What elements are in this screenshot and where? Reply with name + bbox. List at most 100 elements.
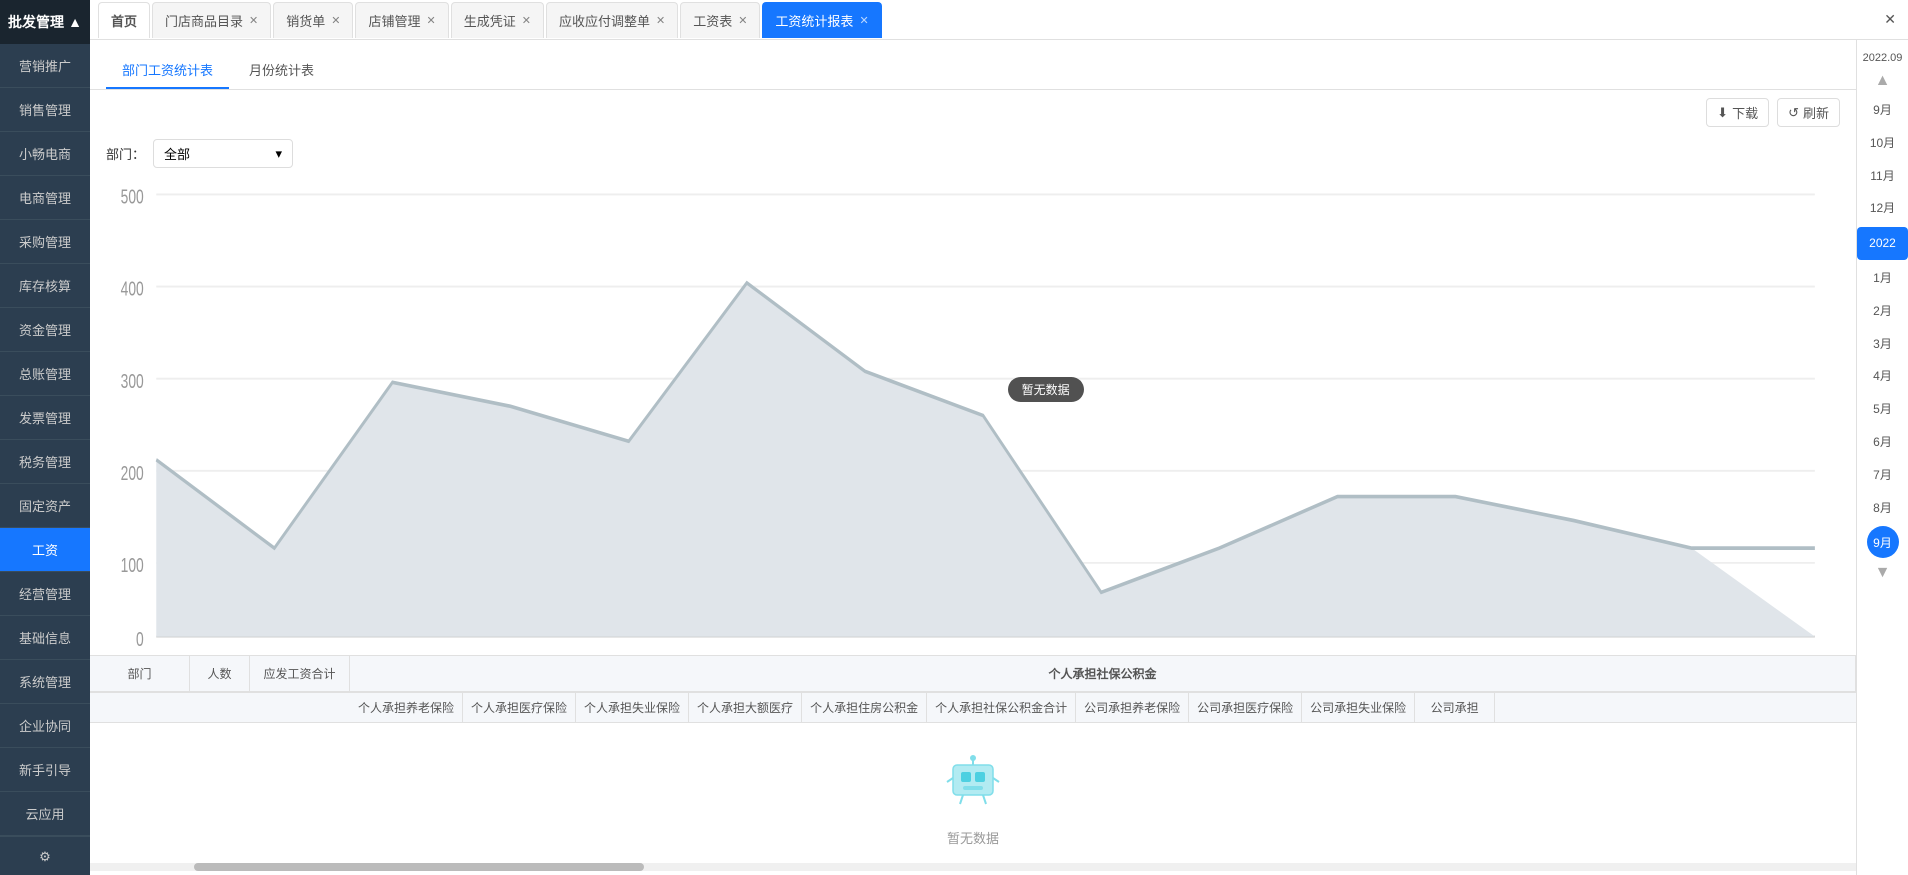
sidebar-item-tax[interactable]: 税务管理: [0, 440, 90, 484]
sidebar-settings[interactable]: ⚙: [0, 836, 90, 875]
table-header-row2: 个人承担养老保险 个人承担医疗保险 个人承担失业保险 个人承担大额医疗 个人承担…: [90, 693, 1856, 723]
tab-bar-end: ✕: [1880, 7, 1900, 32]
chart-wrapper: 500 400 300 200 100 0: [90, 176, 1856, 655]
table-body: 暂无数据: [90, 723, 1856, 863]
right-panel-year-2022[interactable]: 2022: [1857, 227, 1908, 260]
th-group-social: 个人承担社保公积金: [350, 656, 1856, 692]
sub-tab-monthly-stats[interactable]: 月份统计表: [233, 52, 330, 89]
scroll-down-arrow[interactable]: ▼: [1871, 560, 1895, 586]
scroll-up-arrow[interactable]: ▲: [1871, 68, 1895, 94]
th-dept: 部门: [90, 656, 190, 692]
sidebar-item-payroll[interactable]: 工资: [0, 528, 90, 572]
tab-close-payroll-report[interactable]: ✕: [859, 14, 868, 27]
scroll-bar-thumb[interactable]: [194, 863, 644, 871]
refresh-button[interactable]: ↺ 刷新: [1777, 98, 1840, 127]
dept-filter-select[interactable]: 全部 ▾: [153, 139, 293, 168]
th-personal-medical: 个人承担医疗保险: [463, 693, 576, 722]
settings-icon: ⚙: [39, 849, 51, 864]
chevron-down-icon: ▾: [275, 146, 282, 162]
sidebar-item-basic-info[interactable]: 基础信息: [0, 616, 90, 660]
download-icon: ⬇: [1717, 105, 1728, 121]
table-header-row1: 部门 人数 应发工资合计 个人承担社保公积金: [90, 656, 1856, 693]
sidebar-item-cloud[interactable]: 云应用: [0, 792, 90, 836]
empty-state-icon: [933, 740, 1013, 820]
right-panel-month-6[interactable]: 6月: [1857, 426, 1908, 459]
th-total-payable: 应发工资合计: [250, 656, 350, 692]
sidebar-item-ecommerce-small[interactable]: 小畅电商: [0, 132, 90, 176]
tab-close-voucher-gen[interactable]: ✕: [522, 14, 531, 27]
right-panel-month-8[interactable]: 8月: [1857, 492, 1908, 525]
tab-close-store-catalog[interactable]: ✕: [249, 14, 258, 27]
sidebar-item-operations[interactable]: 经营管理: [0, 572, 90, 616]
chart-svg: 500 400 300 200 100 0: [106, 176, 1840, 655]
sidebar: 批发管理 ▲ 营销推广 销售管理 小畅电商 电商管理 采购管理 库存核算 资金管…: [0, 0, 90, 875]
tab-close-sales-order[interactable]: ✕: [331, 14, 340, 27]
sidebar-item-ledger[interactable]: 总账管理: [0, 352, 90, 396]
sidebar-item-guide[interactable]: 新手引导: [0, 748, 90, 792]
th-personal-housing-fund: 个人承担住房公积金: [802, 693, 927, 722]
download-button[interactable]: ⬇ 下载: [1706, 98, 1769, 127]
sidebar-item-finance[interactable]: 资金管理: [0, 308, 90, 352]
sidebar-item-assets[interactable]: 固定资产: [0, 484, 90, 528]
tab-sales-order[interactable]: 销货单 ✕: [273, 2, 353, 38]
th-personal-major-medical: 个人承担大额医疗: [689, 693, 802, 722]
th-company-unemployment: 公司承担失业保险: [1302, 693, 1415, 722]
tab-bar: 首页 门店商品目录 ✕ 销货单 ✕ 店铺管理 ✕ 生成凭证 ✕ 应收应付调整单 …: [90, 0, 1908, 40]
right-panel-month-2[interactable]: 2月: [1857, 295, 1908, 328]
svg-text:400: 400: [121, 277, 144, 300]
svg-text:500: 500: [121, 185, 144, 208]
sidebar-item-purchase[interactable]: 采购管理: [0, 220, 90, 264]
right-panel-current-date: 2022.09: [1861, 48, 1905, 68]
right-panel-month-9-2022[interactable]: 9月: [1857, 94, 1908, 127]
sidebar-item-sales[interactable]: 销售管理: [0, 88, 90, 132]
sidebar-item-system[interactable]: 系统管理: [0, 660, 90, 704]
page-content: 部门工资统计表 月份统计表 ⬇ 下载 ↺ 刷新 部门：: [90, 40, 1856, 875]
table-section: 部门 人数 应发工资合计 个人承担社保公积金: [90, 655, 1856, 875]
right-panel-month-3[interactable]: 3月: [1857, 328, 1908, 361]
sidebar-item-marketing[interactable]: 营销推广: [0, 44, 90, 88]
right-panel-month-11[interactable]: 11月: [1857, 160, 1908, 193]
th-headcount: 人数: [190, 656, 250, 692]
right-panel-month-12[interactable]: 12月: [1857, 192, 1908, 225]
th-personal-unemployment: 个人承担失业保险: [576, 693, 689, 722]
th-company-pension: 公司承担养老保险: [1076, 693, 1189, 722]
sidebar-toggle-icon: ▲: [68, 14, 82, 30]
tab-store-mgmt[interactable]: 店铺管理 ✕: [355, 2, 448, 38]
close-all-tabs-button[interactable]: ✕: [1880, 7, 1900, 32]
toolbar: ⬇ 下载 ↺ 刷新: [90, 90, 1856, 135]
tab-close-store-mgmt[interactable]: ✕: [427, 14, 436, 27]
sidebar-title: 批发管理: [8, 12, 64, 32]
tab-payroll-sheet[interactable]: 工资表 ✕: [680, 2, 760, 38]
filter-bar: 部门： 全部 ▾: [90, 135, 1856, 176]
sidebar-item-inventory[interactable]: 库存核算: [0, 264, 90, 308]
right-panel-month-9-active[interactable]: 9月: [1867, 526, 1899, 558]
right-panel-month-4[interactable]: 4月: [1857, 360, 1908, 393]
svg-text:300: 300: [121, 369, 144, 392]
svg-text:200: 200: [121, 461, 144, 484]
right-panel-month-5[interactable]: 5月: [1857, 393, 1908, 426]
right-panel-month-10[interactable]: 10月: [1857, 127, 1908, 160]
th-company-medical: 公司承担医疗保险: [1189, 693, 1302, 722]
sidebar-item-ecommerce-mgmt[interactable]: 电商管理: [0, 176, 90, 220]
right-panel-month-1[interactable]: 1月: [1857, 262, 1908, 295]
tab-voucher-gen[interactable]: 生成凭证 ✕: [451, 2, 544, 38]
sub-tab-dept-payroll[interactable]: 部门工资统计表: [106, 52, 229, 89]
sidebar-item-invoice[interactable]: 发票管理: [0, 396, 90, 440]
tab-home[interactable]: 首页: [98, 2, 150, 38]
th-personal-pension: 个人承担养老保险: [350, 693, 463, 722]
scroll-bar-container[interactable]: [90, 863, 1856, 871]
sub-tabs: 部门工资统计表 月份统计表: [90, 40, 1856, 90]
main-area: 首页 门店商品目录 ✕ 销货单 ✕ 店铺管理 ✕ 生成凭证 ✕ 应收应付调整单 …: [90, 0, 1908, 875]
sidebar-header[interactable]: 批发管理 ▲: [0, 0, 90, 44]
empty-text: 暂无数据: [947, 828, 999, 847]
tab-ar-ap-adjust[interactable]: 应收应付调整单 ✕: [546, 2, 678, 38]
tab-close-payroll-sheet[interactable]: ✕: [738, 14, 747, 27]
content-area: 部门工资统计表 月份统计表 ⬇ 下载 ↺ 刷新 部门：: [90, 40, 1908, 875]
sidebar-item-collaboration[interactable]: 企业协同: [0, 704, 90, 748]
th-company-other: 公司承担: [1415, 693, 1495, 722]
tab-payroll-report[interactable]: 工资统计报表 ✕: [762, 2, 881, 38]
tab-store-catalog[interactable]: 门店商品目录 ✕: [152, 2, 271, 38]
svg-text:0: 0: [136, 627, 144, 650]
tab-close-ar-ap-adjust[interactable]: ✕: [656, 14, 665, 27]
right-panel-month-7[interactable]: 7月: [1857, 459, 1908, 492]
